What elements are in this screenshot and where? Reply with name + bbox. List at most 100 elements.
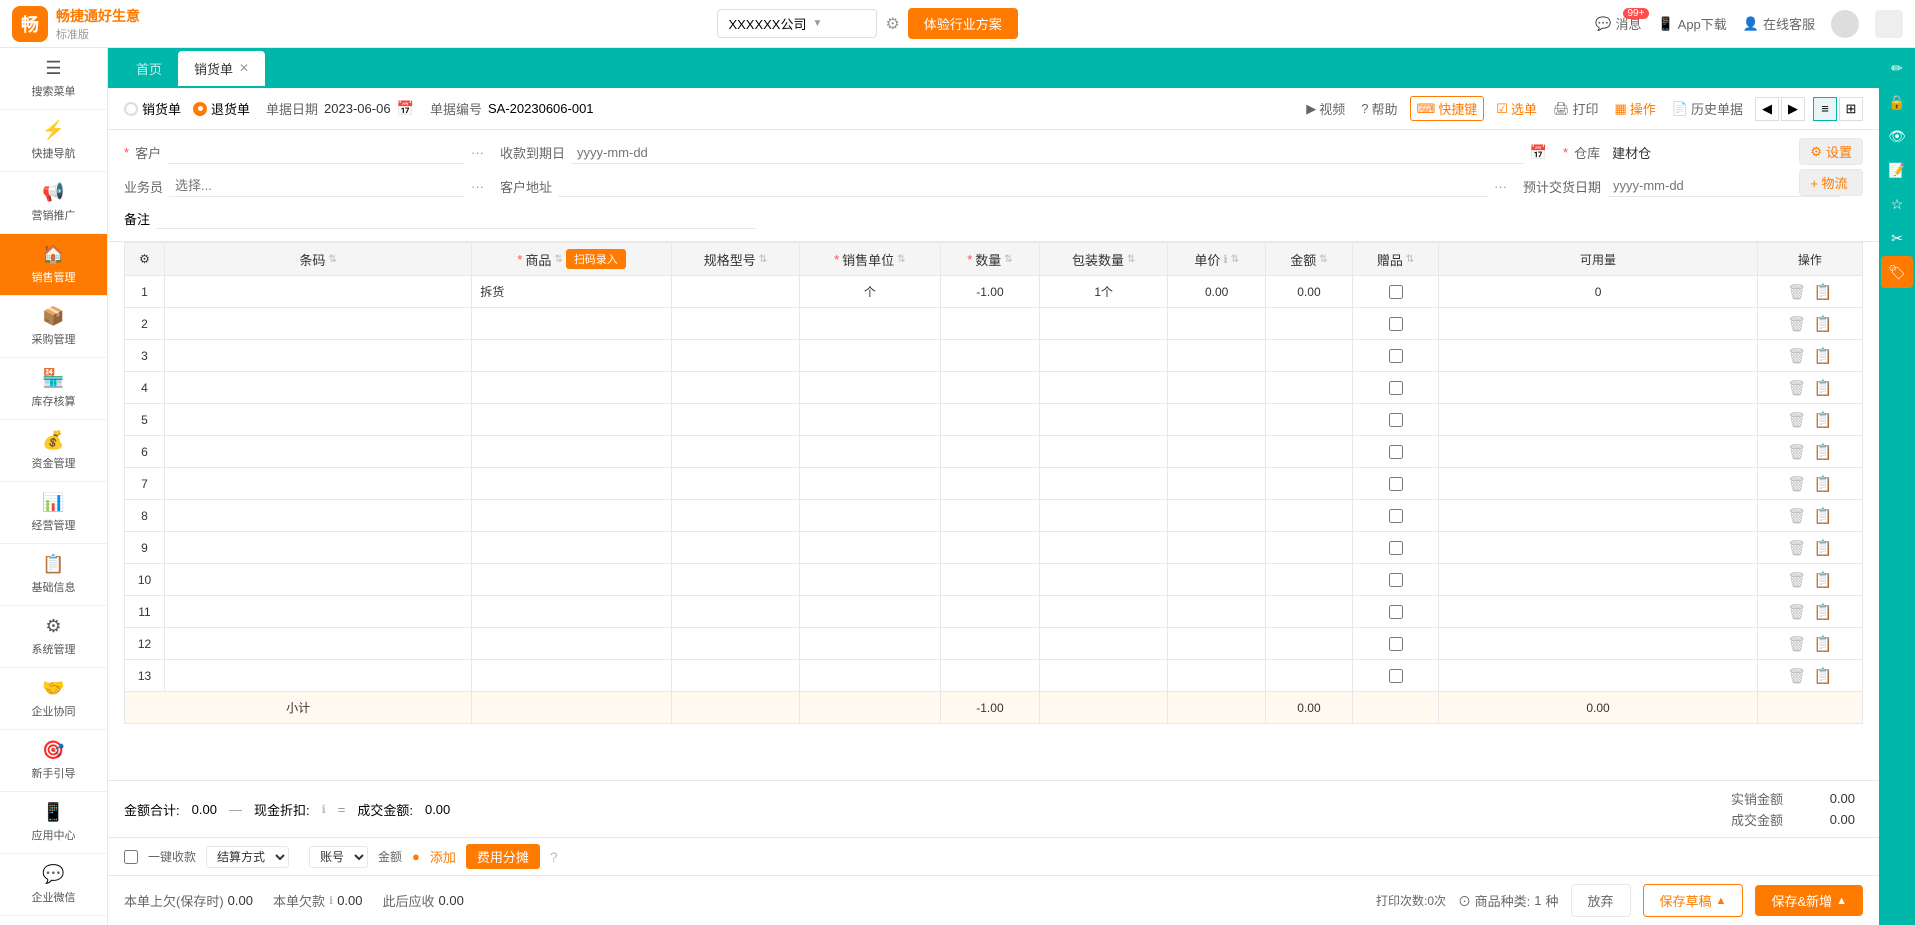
row-unit-2[interactable]: [799, 340, 940, 372]
row-spec-9[interactable]: [671, 564, 799, 596]
row-product-4[interactable]: [472, 404, 672, 436]
discount-info-icon[interactable]: ℹ: [322, 803, 326, 816]
row-delete-8[interactable]: 🗑: [1785, 540, 1808, 557]
salesperson-input[interactable]: [169, 175, 465, 197]
rpanel-lock-icon[interactable]: 🔒: [1881, 86, 1913, 118]
row-product-8[interactable]: [472, 532, 672, 564]
row-unit-3[interactable]: [799, 372, 940, 404]
row-barcode-6[interactable]: [165, 468, 472, 500]
row-pkgqty-1[interactable]: [1040, 308, 1168, 340]
sidebar-item-purchase[interactable]: 📦 采购管理: [0, 296, 107, 358]
row-gift-4[interactable]: [1352, 404, 1439, 436]
row-product-3[interactable]: [472, 372, 672, 404]
row-qty-9[interactable]: [940, 564, 1039, 596]
row-qty-3[interactable]: [940, 372, 1039, 404]
row-amount-11[interactable]: [1266, 628, 1353, 660]
row-qty-11[interactable]: [940, 628, 1039, 660]
row-delete-3[interactable]: 🗑: [1785, 380, 1808, 397]
row-product-10[interactable]: [472, 596, 672, 628]
row-product-0[interactable]: 拆货: [472, 276, 672, 308]
row-product-5[interactable]: [472, 436, 672, 468]
sidebar-item-operations[interactable]: 📊 经营管理: [0, 482, 107, 544]
rpanel-tag-icon[interactable]: 🏷: [1881, 256, 1913, 288]
sidebar-item-wechat[interactable]: 💬 企业微信: [0, 854, 107, 916]
radio-sales[interactable]: 销货单: [124, 99, 181, 118]
row-barcode-2[interactable]: [165, 340, 472, 372]
settings-button[interactable]: ⚙ 设置: [1799, 138, 1863, 165]
row-copy-12[interactable]: 📋: [1812, 668, 1835, 685]
row-spec-2[interactable]: [671, 340, 799, 372]
row-qty-8[interactable]: [940, 532, 1039, 564]
row-copy-4[interactable]: 📋: [1812, 412, 1835, 429]
app-download-action[interactable]: 📱 App下载: [1657, 14, 1726, 33]
account-select[interactable]: 账号: [309, 846, 368, 868]
row-barcode-7[interactable]: [165, 500, 472, 532]
shortcut-btn[interactable]: ⌨ 快捷键: [1410, 96, 1485, 121]
barcode-sort-icon[interactable]: ⇅: [328, 254, 336, 265]
fee-help-icon[interactable]: ?: [550, 849, 558, 865]
row-pkgqty-0[interactable]: 1个: [1040, 276, 1168, 308]
choose-btn[interactable]: ☑ 选单: [1492, 97, 1541, 120]
add-btn[interactable]: 添加: [430, 847, 456, 866]
row-price-10[interactable]: [1168, 596, 1266, 628]
row-copy-8[interactable]: 📋: [1812, 540, 1835, 557]
gift-sort-icon[interactable]: ⇅: [1406, 254, 1414, 265]
row-product-9[interactable]: [472, 564, 672, 596]
sidebar-item-appcenter[interactable]: 📱 应用中心: [0, 792, 107, 854]
price-sort-icon[interactable]: ⇅: [1231, 254, 1239, 265]
save-new-button[interactable]: 保存&新增 ▲: [1755, 885, 1863, 916]
tab-sales-order[interactable]: 销货单 ✕: [178, 51, 265, 86]
tab-home[interactable]: 首页: [120, 51, 178, 86]
nav-prev[interactable]: ◀: [1755, 97, 1779, 121]
row-copy-3[interactable]: 📋: [1812, 380, 1835, 397]
row-spec-3[interactable]: [671, 372, 799, 404]
row-gift-9[interactable]: [1352, 564, 1439, 596]
view-list[interactable]: ≡: [1813, 97, 1837, 121]
sidebar-item-vip[interactable]: ♛ 畅会员: [0, 916, 107, 925]
row-unit-8[interactable]: [799, 532, 940, 564]
row-delete-6[interactable]: 🗑: [1785, 476, 1808, 493]
row-barcode-1[interactable]: [165, 308, 472, 340]
row-barcode-12[interactable]: [165, 660, 472, 692]
row-pkgqty-2[interactable]: [1040, 340, 1168, 372]
row-product-6[interactable]: [472, 468, 672, 500]
notes-input[interactable]: [156, 207, 756, 229]
row-gift-8[interactable]: [1352, 532, 1439, 564]
row-pkgqty-3[interactable]: [1040, 372, 1168, 404]
row-gift-10[interactable]: [1352, 596, 1439, 628]
row-copy-11[interactable]: 📋: [1812, 636, 1835, 653]
row-amount-12[interactable]: [1266, 660, 1353, 692]
row-price-8[interactable]: [1168, 532, 1266, 564]
row-qty-6[interactable]: [940, 468, 1039, 500]
row-gift-12[interactable]: [1352, 660, 1439, 692]
row-pkgqty-7[interactable]: [1040, 500, 1168, 532]
row-delete-1[interactable]: 🗑: [1785, 316, 1808, 333]
row-gift-11[interactable]: [1352, 628, 1439, 660]
row-spec-1[interactable]: [671, 308, 799, 340]
row-unit-9[interactable]: [799, 564, 940, 596]
sidebar-item-sales[interactable]: 🏠 销售管理: [0, 234, 107, 296]
sidebar-item-enterprise[interactable]: 🤝 企业协同: [0, 668, 107, 730]
row-product-2[interactable]: [472, 340, 672, 372]
row-gift-5[interactable]: [1352, 436, 1439, 468]
customer-input[interactable]: [167, 142, 465, 164]
row-unit-4[interactable]: [799, 404, 940, 436]
row-copy-9[interactable]: 📋: [1812, 572, 1835, 589]
row-spec-6[interactable]: [671, 468, 799, 500]
row-pkgqty-10[interactable]: [1040, 596, 1168, 628]
row-barcode-0[interactable]: [165, 276, 472, 308]
row-unit-10[interactable]: [799, 596, 940, 628]
row-gift-3[interactable]: [1352, 372, 1439, 404]
row-price-2[interactable]: [1168, 340, 1266, 372]
row-unit-12[interactable]: [799, 660, 940, 692]
scan-button[interactable]: 扫码录入: [566, 249, 626, 269]
sidebar-item-marketing[interactable]: 📢 营销推广: [0, 172, 107, 234]
row-spec-7[interactable]: [671, 500, 799, 532]
row-product-12[interactable]: [472, 660, 672, 692]
row-pkgqty-5[interactable]: [1040, 436, 1168, 468]
th-gear[interactable]: ⚙: [125, 243, 165, 276]
row-qty-5[interactable]: [940, 436, 1039, 468]
row-pkgqty-9[interactable]: [1040, 564, 1168, 596]
qty-sort-icon[interactable]: ⇅: [1004, 254, 1012, 265]
row-qty-4[interactable]: [940, 404, 1039, 436]
